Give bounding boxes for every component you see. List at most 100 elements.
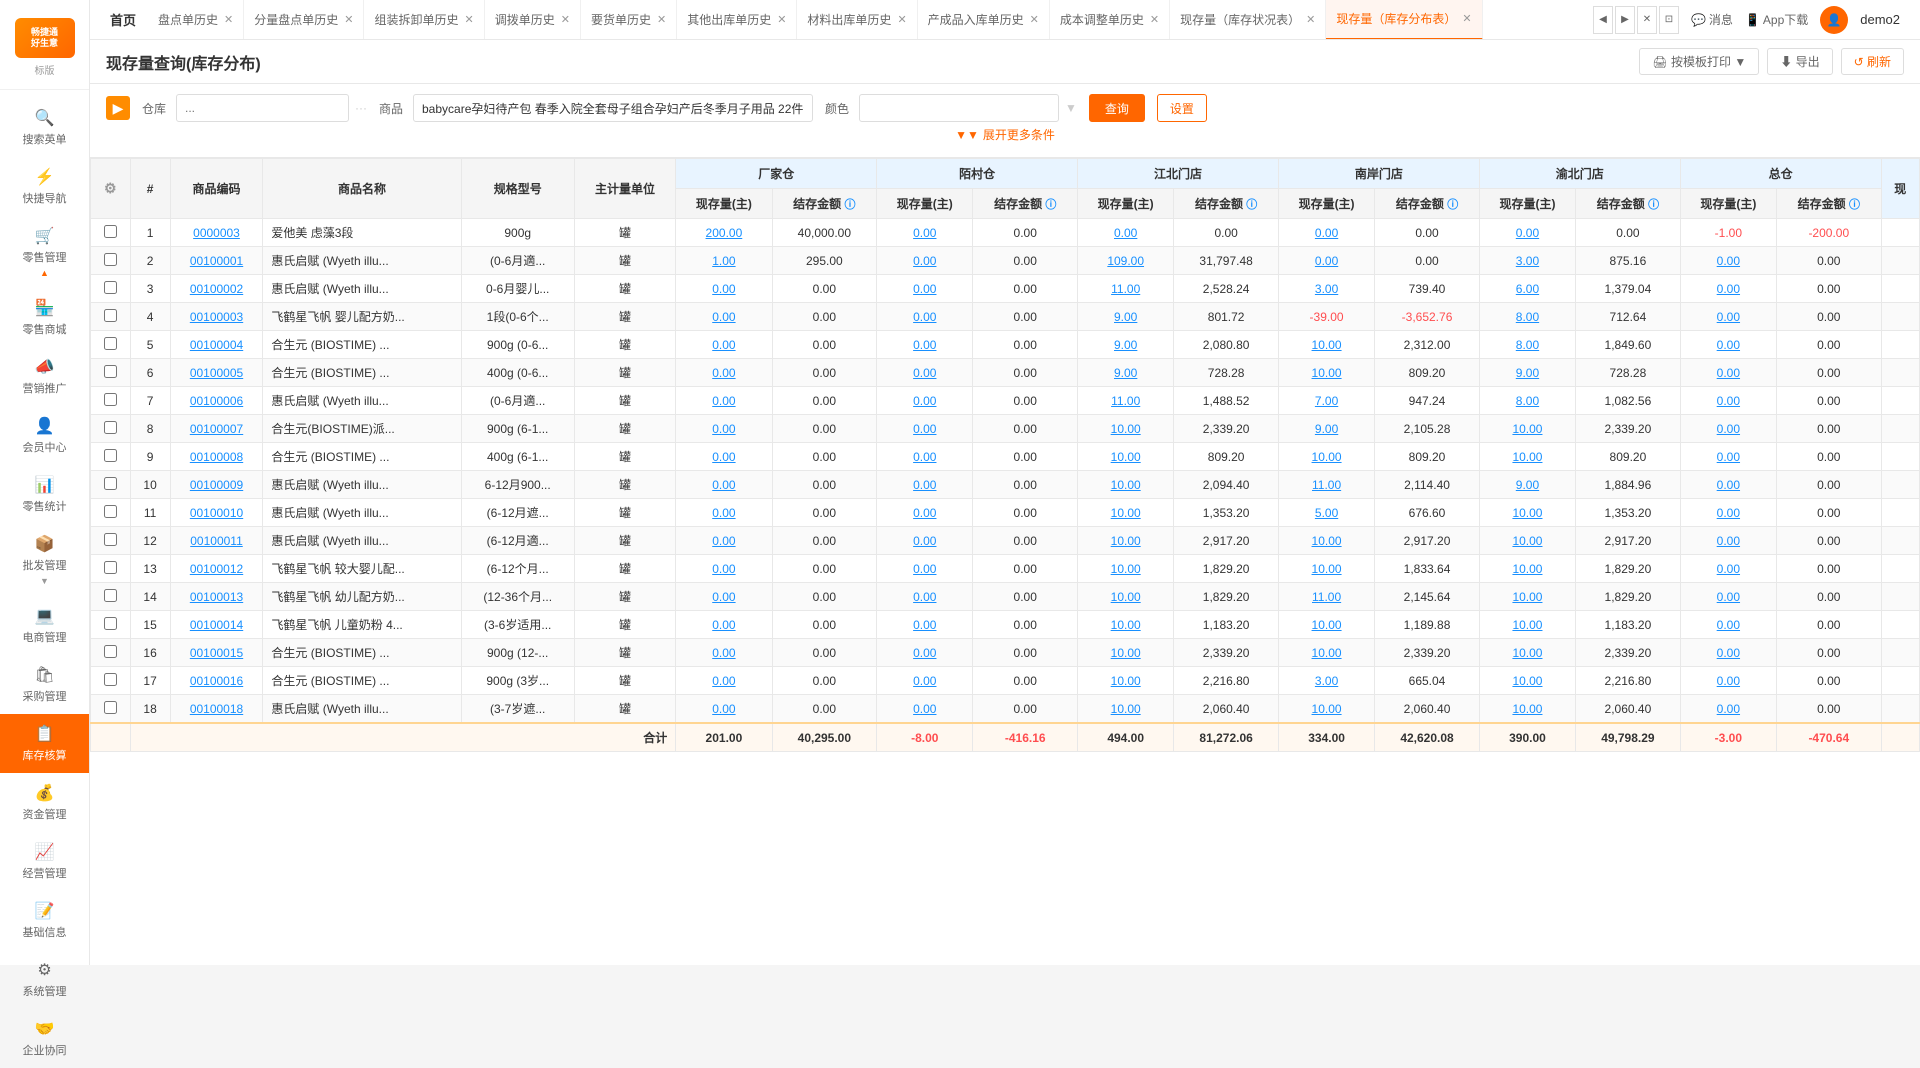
row-mountain-stock[interactable]: 0.00	[877, 499, 973, 527]
row-mountain-stock[interactable]: 0.00	[877, 359, 973, 387]
row-nangan-stock[interactable]: 10.00	[1278, 527, 1374, 555]
row-mountain-stock[interactable]: 0.00	[877, 303, 973, 331]
row-check[interactable]	[91, 695, 131, 724]
tab-qitachu[interactable]: 其他出库单历史 ✕	[677, 0, 797, 40]
row-total-stock[interactable]: 0.00	[1680, 667, 1776, 695]
export-button[interactable]: ⬇ 导出	[1767, 48, 1832, 75]
row-code[interactable]: 00100010	[170, 499, 263, 527]
row-nangan-stock[interactable]: 10.00	[1278, 443, 1374, 471]
color-input[interactable]	[859, 94, 1059, 122]
row-factory-stock[interactable]: 0.00	[676, 387, 772, 415]
row-total-stock[interactable]: 0.00	[1680, 695, 1776, 724]
settings-icon[interactable]: ⚙	[104, 180, 117, 196]
color-dropdown-icon[interactable]: ▼	[1065, 101, 1077, 115]
tab-chengpin[interactable]: 产成品入库单历史 ✕	[918, 0, 1050, 40]
row-check[interactable]	[91, 527, 131, 555]
refresh-button[interactable]: ↺ 刷新	[1841, 48, 1904, 75]
row-jiangbei-stock[interactable]: 10.00	[1078, 443, 1174, 471]
tab-xiancunliang-status[interactable]: 现存量（库存状况表） ✕	[1170, 0, 1326, 40]
row-code[interactable]: 00100011	[170, 527, 263, 555]
row-check[interactable]	[91, 555, 131, 583]
row-code[interactable]: 0000003	[170, 219, 263, 247]
row-code[interactable]: 00100014	[170, 611, 263, 639]
row-factory-stock[interactable]: 0.00	[676, 359, 772, 387]
row-yuebeifu-stock[interactable]: 10.00	[1479, 527, 1575, 555]
sidebar-item-inventory[interactable]: 📋 库存核算	[0, 714, 89, 773]
row-total-stock[interactable]: 0.00	[1680, 499, 1776, 527]
sidebar-item-enterprise[interactable]: 🤝 企业协同	[0, 1009, 89, 1068]
row-mountain-stock[interactable]: 0.00	[877, 331, 973, 359]
row-yuebeifu-stock[interactable]: 10.00	[1479, 583, 1575, 611]
close-icon[interactable]: ✕	[657, 13, 666, 26]
row-nangan-stock[interactable]: 0.00	[1278, 247, 1374, 275]
row-total-stock[interactable]: 0.00	[1680, 527, 1776, 555]
message-button[interactable]: 💬 消息	[1691, 11, 1733, 28]
row-check[interactable]	[91, 331, 131, 359]
close-icon[interactable]: ✕	[465, 13, 474, 26]
row-nangan-stock[interactable]: 10.00	[1278, 359, 1374, 387]
row-total-stock[interactable]: 0.00	[1680, 415, 1776, 443]
row-jiangbei-stock[interactable]: 10.00	[1078, 583, 1174, 611]
close-icon[interactable]: ✕	[1462, 12, 1471, 25]
row-code[interactable]: 00100002	[170, 275, 263, 303]
close-icon[interactable]: ✕	[1306, 13, 1315, 26]
row-code[interactable]: 00100007	[170, 415, 263, 443]
tab-next-btn[interactable]: ▶	[1615, 6, 1635, 34]
row-jiangbei-stock[interactable]: 10.00	[1078, 527, 1174, 555]
row-total-stock[interactable]: 0.00	[1680, 275, 1776, 303]
total-amount-info-icon[interactable]: ⓘ	[1849, 199, 1860, 211]
row-check[interactable]	[91, 303, 131, 331]
mountain-amount-info-icon[interactable]: ⓘ	[1045, 199, 1056, 211]
row-code[interactable]: 00100012	[170, 555, 263, 583]
close-icon[interactable]: ✕	[344, 13, 353, 26]
product-input[interactable]	[413, 94, 813, 122]
row-check[interactable]	[91, 415, 131, 443]
row-factory-stock[interactable]: 200.00	[676, 219, 772, 247]
row-check[interactable]	[91, 583, 131, 611]
row-check[interactable]	[91, 499, 131, 527]
row-nangan-stock[interactable]: 7.00	[1278, 387, 1374, 415]
row-factory-stock[interactable]: 0.00	[676, 667, 772, 695]
row-jiangbei-stock[interactable]: 9.00	[1078, 331, 1174, 359]
sidebar-item-finance[interactable]: 💰 资金管理	[0, 773, 89, 832]
tab-xiancunliang-dist[interactable]: 现存量（库存分布表） ✕	[1326, 0, 1482, 40]
warehouse-clear-icon[interactable]: ···	[355, 101, 367, 115]
tab-close-btn[interactable]: ✕	[1637, 6, 1657, 34]
row-mountain-stock[interactable]: 0.00	[877, 275, 973, 303]
sidebar-item-member[interactable]: 👤 会员中心	[0, 406, 89, 465]
avatar[interactable]: 👤	[1820, 6, 1848, 34]
search-button[interactable]: 查询	[1089, 94, 1145, 122]
close-icon[interactable]: ✕	[1150, 13, 1159, 26]
row-mountain-stock[interactable]: 0.00	[877, 583, 973, 611]
row-jiangbei-stock[interactable]: 109.00	[1078, 247, 1174, 275]
row-nangan-stock[interactable]: 10.00	[1278, 639, 1374, 667]
row-code[interactable]: 00100001	[170, 247, 263, 275]
app-download-button[interactable]: 📱 App下载	[1745, 11, 1808, 28]
settings-button[interactable]: 设置	[1157, 94, 1207, 122]
row-factory-stock[interactable]: 0.00	[676, 471, 772, 499]
row-nangan-stock[interactable]: 3.00	[1278, 275, 1374, 303]
jiangbei-amount-info-icon[interactable]: ⓘ	[1246, 199, 1257, 211]
row-mountain-stock[interactable]: 0.00	[877, 247, 973, 275]
row-total-stock[interactable]: 0.00	[1680, 639, 1776, 667]
row-total-stock[interactable]: -1.00	[1680, 219, 1776, 247]
row-check[interactable]	[91, 471, 131, 499]
row-jiangbei-stock[interactable]: 11.00	[1078, 275, 1174, 303]
row-yuebeifu-stock[interactable]: 10.00	[1479, 695, 1575, 724]
row-mountain-stock[interactable]: 0.00	[877, 219, 973, 247]
row-code[interactable]: 00100004	[170, 331, 263, 359]
row-total-stock[interactable]: 0.00	[1680, 583, 1776, 611]
row-code[interactable]: 00100006	[170, 387, 263, 415]
row-yuebeifu-stock[interactable]: 10.00	[1479, 639, 1575, 667]
row-nangan-stock[interactable]: 10.00	[1278, 695, 1374, 724]
row-nangan-stock[interactable]: 9.00	[1278, 415, 1374, 443]
row-check[interactable]	[91, 219, 131, 247]
row-mountain-stock[interactable]: 0.00	[877, 639, 973, 667]
sidebar-item-system[interactable]: ⚙ 系统管理	[0, 950, 89, 1009]
close-icon[interactable]: ✕	[897, 13, 906, 26]
sidebar-item-base[interactable]: 📝 基础信息	[0, 891, 89, 950]
row-yuebeifu-stock[interactable]: 10.00	[1479, 555, 1575, 583]
sidebar-item-retail-shop[interactable]: 🏪 零售商城	[0, 288, 89, 347]
row-mountain-stock[interactable]: 0.00	[877, 387, 973, 415]
row-yuebeifu-stock[interactable]: 8.00	[1479, 387, 1575, 415]
